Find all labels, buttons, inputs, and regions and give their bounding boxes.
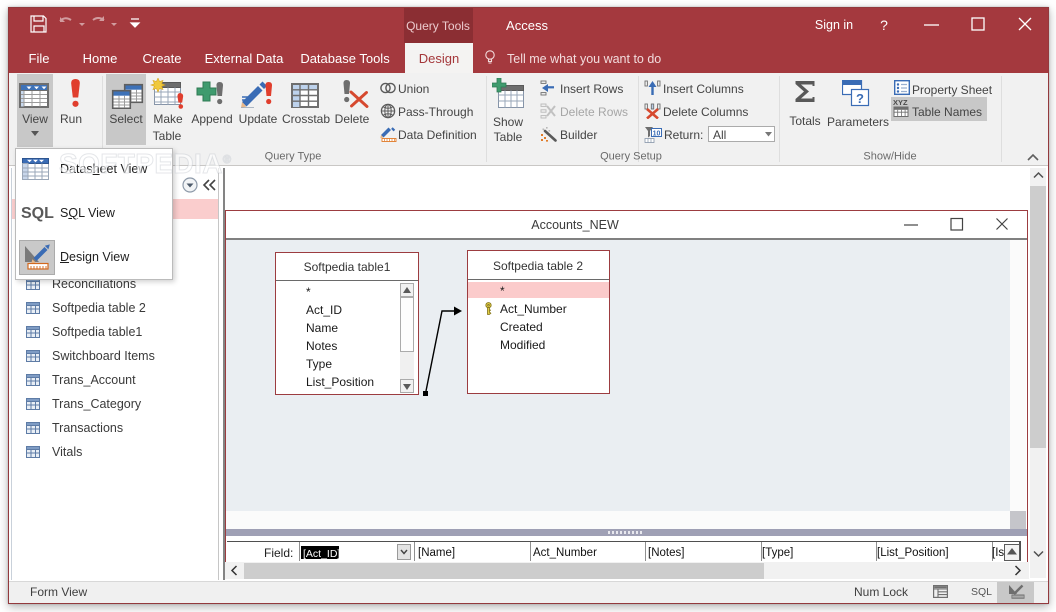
svg-text:?: ?: [856, 91, 864, 106]
svg-text:XYZ: XYZ: [893, 98, 908, 107]
svg-text:10: 10: [653, 131, 661, 138]
